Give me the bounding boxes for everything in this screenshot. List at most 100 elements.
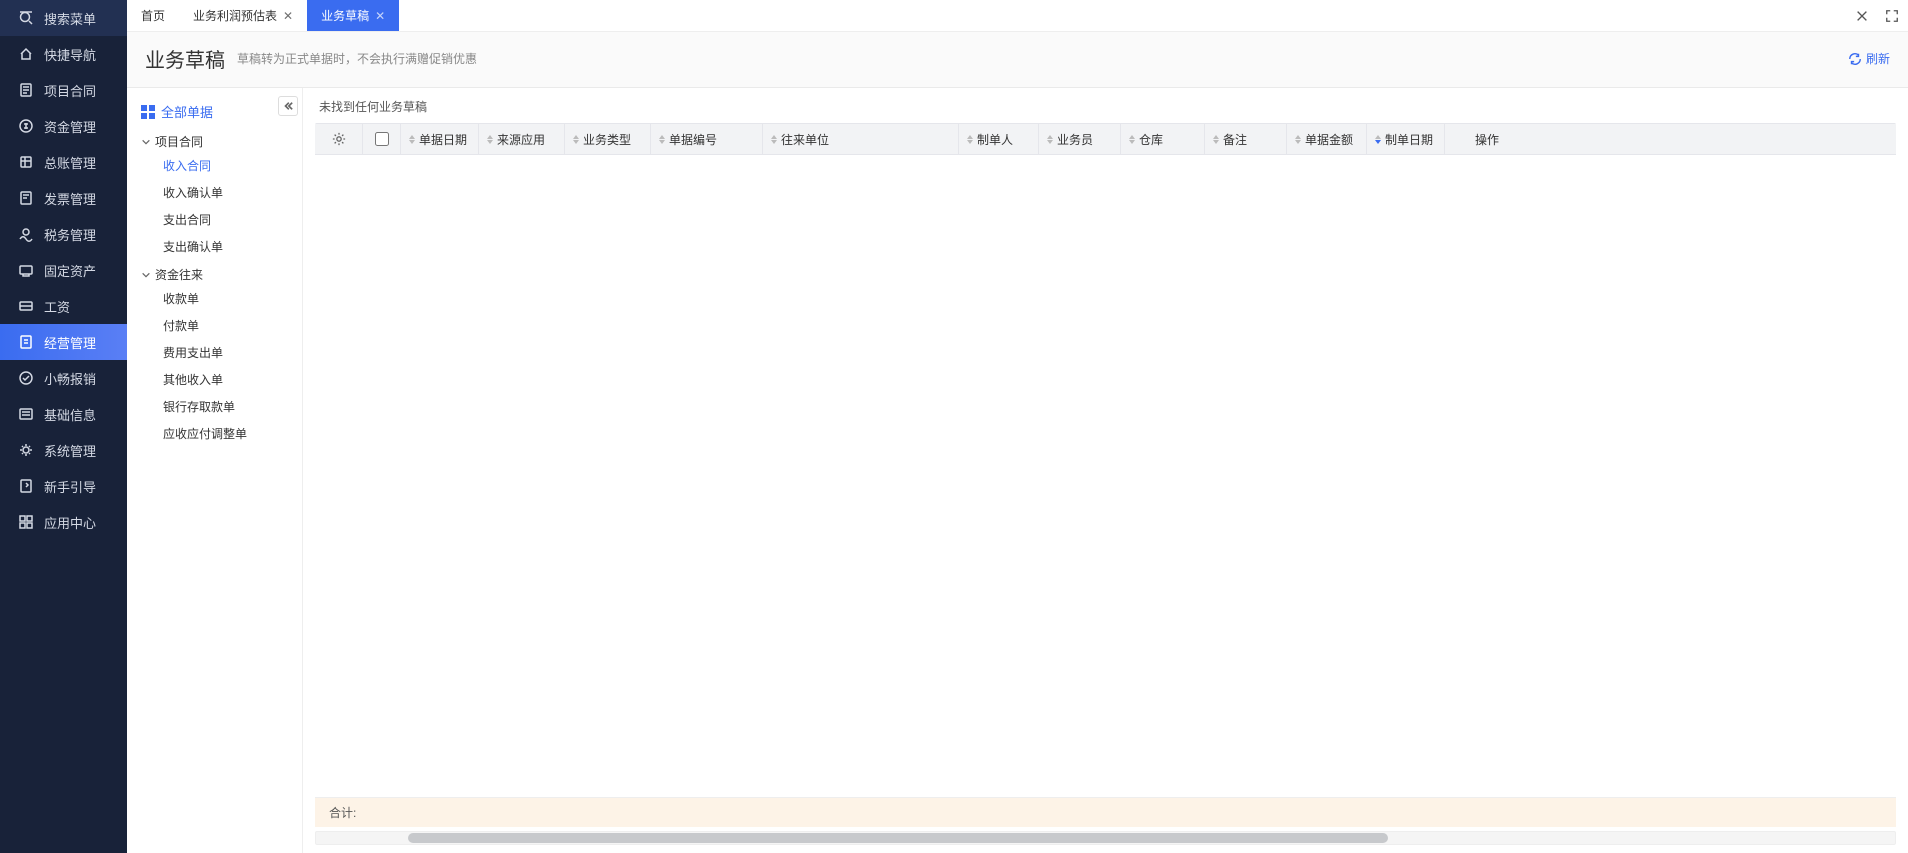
sidebar-item-label: 搜索菜单: [44, 9, 96, 28]
sidebar-item-apps[interactable]: 应用中心: [0, 504, 127, 540]
column-header[interactable]: 业务员: [1039, 124, 1121, 154]
column-header[interactable]: 来源应用: [479, 124, 565, 154]
scrollbar-thumb[interactable]: [408, 833, 1388, 843]
category-group-label: 资金往来: [155, 266, 203, 283]
sidebar-item-label: 固定资产: [44, 261, 96, 280]
category-item[interactable]: 费用支出单: [127, 339, 302, 366]
apps-icon: [18, 514, 34, 530]
tab[interactable]: 首页: [127, 0, 179, 31]
sidebar-item-home[interactable]: 快捷导航: [0, 36, 127, 72]
sidebar-item-money[interactable]: 资金管理: [0, 108, 127, 144]
column-header[interactable]: 备注: [1205, 124, 1287, 154]
column-header: 操作: [1445, 124, 1529, 154]
column-header[interactable]: 制单日期: [1367, 124, 1445, 154]
column-header[interactable]: 制单人: [959, 124, 1039, 154]
refresh-button[interactable]: 刷新: [1848, 50, 1890, 67]
column-label: 备注: [1223, 131, 1247, 148]
money-icon: [18, 118, 34, 134]
sidebar-item-ledger[interactable]: 总账管理: [0, 144, 127, 180]
sidebar-item-label: 资金管理: [44, 117, 96, 136]
horizontal-scrollbar[interactable]: [315, 831, 1896, 845]
sort-icon: [1213, 135, 1219, 144]
main: 首页业务利润预估表✕业务草稿✕ 业务草稿 草稿转为正式单据时，不会执行满赠促销优…: [127, 0, 1908, 853]
sidebar-item-biz[interactable]: 经营管理: [0, 324, 127, 360]
fullscreen-icon[interactable]: [1882, 6, 1902, 26]
page-subtitle: 草稿转为正式单据时，不会执行满赠促销优惠: [237, 50, 477, 67]
column-label: 制单日期: [1385, 131, 1433, 148]
refresh-icon: [1848, 52, 1862, 66]
category-item[interactable]: 应收应付调整单: [127, 420, 302, 447]
table-footer: 合计:: [315, 797, 1896, 827]
home-icon: [18, 46, 34, 62]
column-header[interactable]: 单据金额: [1287, 124, 1367, 154]
ledger-icon: [18, 154, 34, 170]
tab[interactable]: 业务利润预估表 ✕: [179, 0, 307, 31]
all-docs-link[interactable]: 全部单据: [127, 96, 302, 127]
category-group[interactable]: 资金往来: [127, 260, 302, 285]
sort-icon: [573, 135, 579, 144]
category-group[interactable]: 项目合同: [127, 127, 302, 152]
column-header[interactable]: 业务类型: [565, 124, 651, 154]
sidebar-item-label: 总账管理: [44, 153, 96, 172]
sidebar-item-label: 经营管理: [44, 333, 96, 352]
sidebar-item-tax[interactable]: 税务管理: [0, 216, 127, 252]
category-group-label: 项目合同: [155, 133, 203, 150]
table-header: 单据日期来源应用业务类型 单据编号 往来单位 制单人 业务员 仓库 备注 单据金额 制单日期 操作: [315, 123, 1896, 155]
sidebar-item-label: 应用中心: [44, 513, 96, 532]
info-icon: [18, 406, 34, 422]
column-label: 单据编号: [669, 131, 717, 148]
sidebar-item-asset[interactable]: 固定资产: [0, 252, 127, 288]
sidebar-item-label: 税务管理: [44, 225, 96, 244]
sidebar-item-search[interactable]: 搜索菜单: [0, 0, 127, 36]
chevron-down-icon: [141, 270, 151, 280]
category-item[interactable]: 支出合同: [127, 206, 302, 233]
sort-icon: [1375, 135, 1381, 144]
sidebar-item-label: 新手引导: [44, 477, 96, 496]
column-label: 往来单位: [781, 131, 829, 148]
column-header[interactable]: 单据编号: [651, 124, 763, 154]
tab-close-icon[interactable]: ✕: [375, 9, 385, 23]
sort-icon: [771, 135, 777, 144]
category-item[interactable]: 收入确认单: [127, 179, 302, 206]
category-panel: 全部单据 项目合同收入合同收入确认单支出合同支出确认单资金往来收款单付款单费用支…: [127, 88, 303, 853]
sidebar-item-info[interactable]: 基础信息: [0, 396, 127, 432]
tab[interactable]: 业务草稿✕: [307, 0, 399, 31]
tab-label: 业务利润预估表: [193, 7, 277, 24]
category-item[interactable]: 收入合同: [127, 152, 302, 179]
column-header[interactable]: 单据日期: [401, 124, 479, 154]
category-item[interactable]: 收款单: [127, 285, 302, 312]
doc-icon: [18, 82, 34, 98]
refresh-label: 刷新: [1866, 50, 1890, 67]
column-header[interactable]: 仓库: [1121, 124, 1205, 154]
select-all-cell[interactable]: [363, 124, 401, 154]
collapse-panel-button[interactable]: [278, 96, 298, 116]
sidebar-item-system[interactable]: 系统管理: [0, 432, 127, 468]
category-item[interactable]: 付款单: [127, 312, 302, 339]
category-item[interactable]: 其他收入单: [127, 366, 302, 393]
sidebar-item-guide[interactable]: 新手引导: [0, 468, 127, 504]
reimburse-icon: [18, 370, 34, 386]
column-label: 操作: [1475, 131, 1499, 148]
sidebar-item-doc[interactable]: 项目合同: [0, 72, 127, 108]
page-header: 业务草稿 草稿转为正式单据时，不会执行满赠促销优惠 刷新: [127, 32, 1908, 88]
invoice-icon: [18, 190, 34, 206]
sort-icon: [1129, 135, 1135, 144]
sidebar-item-salary[interactable]: 工资: [0, 288, 127, 324]
tab-close-icon[interactable]: ✕: [283, 9, 293, 23]
tab-label: 首页: [141, 7, 165, 24]
sidebar-item-invoice[interactable]: 发票管理: [0, 180, 127, 216]
column-label: 单据日期: [419, 131, 467, 148]
sidebar: 搜索菜单快捷导航项目合同资金管理总账管理发票管理税务管理固定资产工资经营管理小畅…: [0, 0, 127, 853]
sidebar-item-reimburse[interactable]: 小畅报销: [0, 360, 127, 396]
select-all-checkbox[interactable]: [375, 132, 389, 146]
column-label: 单据金额: [1305, 131, 1353, 148]
guide-icon: [18, 478, 34, 494]
category-item[interactable]: 支出确认单: [127, 233, 302, 260]
column-settings-button[interactable]: [315, 124, 363, 154]
column-header[interactable]: 往来单位: [763, 124, 959, 154]
column-label: 业务员: [1057, 131, 1093, 148]
chevron-down-icon: [141, 137, 151, 147]
close-all-tabs-icon[interactable]: [1852, 6, 1872, 26]
biz-icon: [18, 334, 34, 350]
category-item[interactable]: 银行存取款单: [127, 393, 302, 420]
